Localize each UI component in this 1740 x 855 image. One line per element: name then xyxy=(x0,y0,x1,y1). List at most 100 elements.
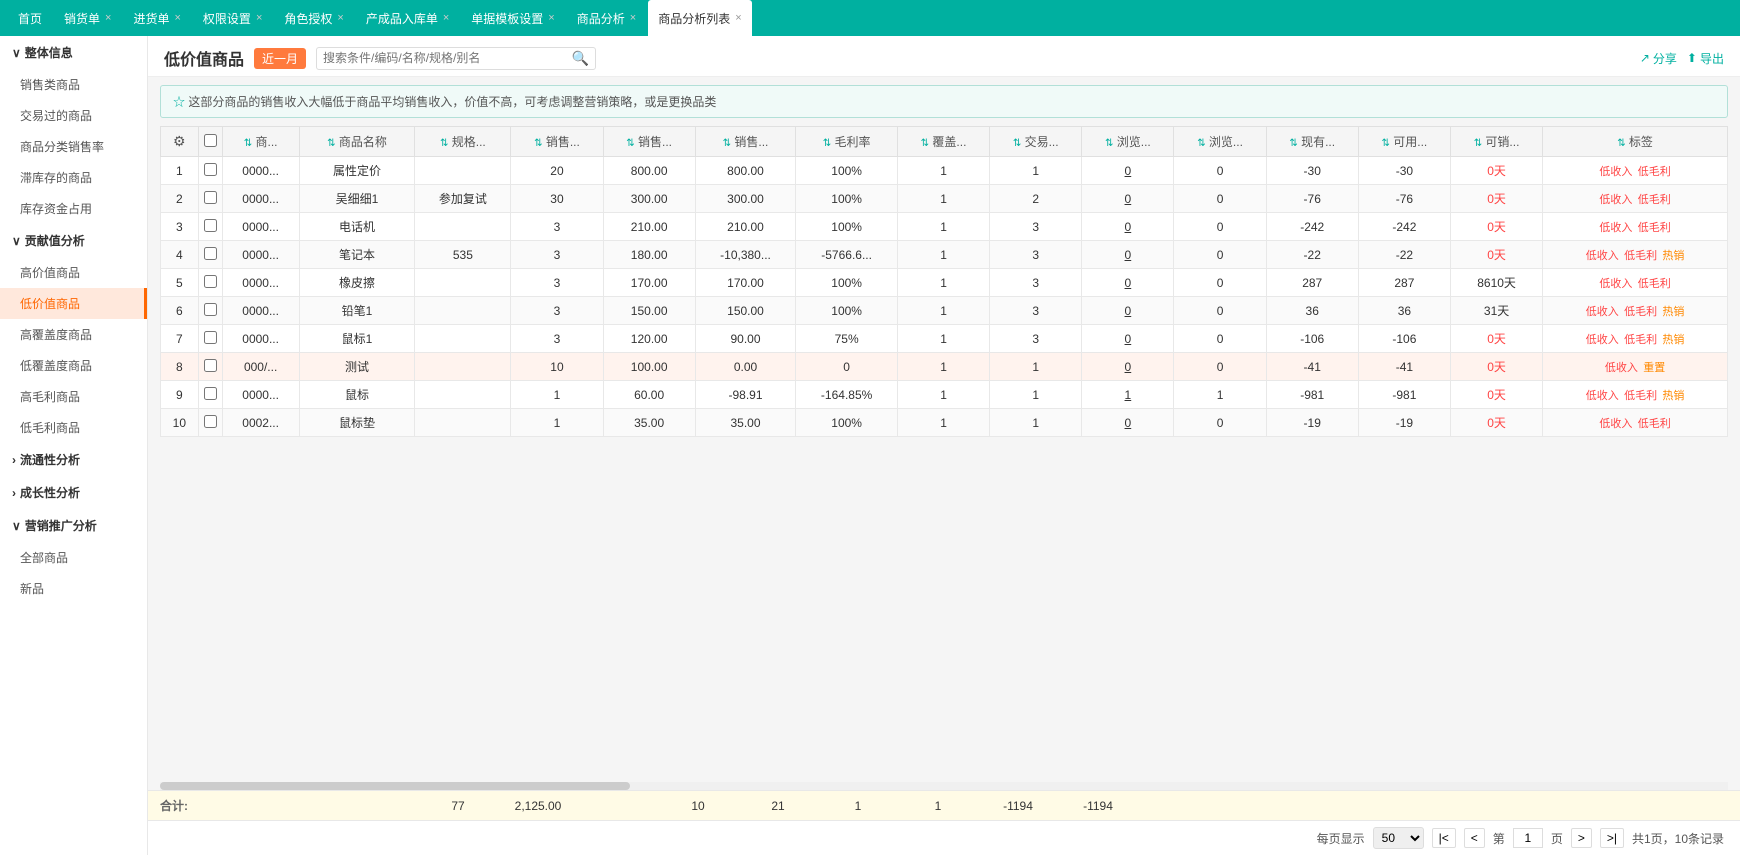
browse1-link[interactable]: 0 xyxy=(1125,332,1132,346)
nav-goods-analysis[interactable]: 商品分析 × xyxy=(567,0,646,36)
filter-period-button[interactable]: 近一月 xyxy=(254,48,306,69)
col-checkbox[interactable] xyxy=(198,127,222,157)
browse1-link[interactable]: 0 xyxy=(1125,416,1132,430)
sidebar-item-high-coverage[interactable]: 高覆盖度商品 xyxy=(0,319,147,350)
cell-checkbox[interactable] xyxy=(198,353,222,381)
browse1-link[interactable]: 0 xyxy=(1125,192,1132,206)
col-browse1[interactable]: ⇅ 浏览... xyxy=(1082,127,1174,157)
col-spec[interactable]: ⇅ 规格... xyxy=(415,127,511,157)
export-button[interactable]: ⬆ 导出 xyxy=(1687,50,1724,67)
cell-browse1[interactable]: 0 xyxy=(1082,241,1174,269)
row-checkbox[interactable] xyxy=(204,387,217,400)
col-saleable[interactable]: ⇅ 可销... xyxy=(1450,127,1542,157)
col-name[interactable]: ⇅ 商品名称 xyxy=(299,127,415,157)
sidebar-item-high-margin[interactable]: 高毛利商品 xyxy=(0,381,147,412)
share-button[interactable]: ↗ 分享 xyxy=(1640,50,1677,67)
scroll-thumb[interactable] xyxy=(160,782,630,790)
row-checkbox[interactable] xyxy=(204,247,217,260)
browse1-link[interactable]: 1 xyxy=(1125,388,1132,402)
col-coverage[interactable]: ⇅ 覆盖... xyxy=(897,127,989,157)
nav-sales-order[interactable]: 销货单 × xyxy=(54,0,121,36)
col-tags[interactable]: ⇅ 标签 xyxy=(1543,127,1728,157)
browse1-link[interactable]: 0 xyxy=(1125,304,1132,318)
sidebar-item-low-coverage[interactable]: 低覆盖度商品 xyxy=(0,350,147,381)
sidebar-item-new-goods[interactable]: 新品 xyxy=(0,573,147,604)
cell-browse1[interactable]: 0 xyxy=(1082,157,1174,185)
close-icon[interactable]: × xyxy=(443,12,449,24)
next-page-button[interactable]: > xyxy=(1571,828,1592,848)
nav-purchase-order[interactable]: 进货单 × xyxy=(123,0,190,36)
nav-role-auth[interactable]: 角色授权 × xyxy=(274,0,353,36)
sidebar-group-overall[interactable]: ∨ 整体信息 xyxy=(0,36,147,69)
sidebar-item-slow-stock[interactable]: 滞库存的商品 xyxy=(0,162,147,193)
col-gross[interactable]: ⇅ 毛利率 xyxy=(796,127,898,157)
browse1-link[interactable]: 0 xyxy=(1125,220,1132,234)
browse1-link[interactable]: 0 xyxy=(1125,248,1132,262)
col-sale-amt[interactable]: ⇅ 销售... xyxy=(603,127,695,157)
close-icon[interactable]: × xyxy=(735,12,741,24)
close-icon[interactable]: × xyxy=(105,12,111,24)
cell-checkbox[interactable] xyxy=(198,157,222,185)
sidebar-item-category-rate[interactable]: 商品分类销售率 xyxy=(0,131,147,162)
col-stock[interactable]: ⇅ 现有... xyxy=(1266,127,1358,157)
nav-product-stock[interactable]: 产成品入库单 × xyxy=(356,0,459,36)
row-checkbox[interactable] xyxy=(204,415,217,428)
sidebar-item-high-value[interactable]: 高价值商品 xyxy=(0,257,147,288)
nav-goods-analysis-list[interactable]: 商品分析列表 × xyxy=(648,0,751,36)
cell-checkbox[interactable] xyxy=(198,297,222,325)
cell-checkbox[interactable] xyxy=(198,269,222,297)
cell-checkbox[interactable] xyxy=(198,241,222,269)
horizontal-scrollbar[interactable] xyxy=(160,782,1728,790)
sidebar-group-growth[interactable]: › 成长性分析 xyxy=(0,476,147,509)
close-icon[interactable]: × xyxy=(174,12,180,24)
last-page-button[interactable]: >| xyxy=(1600,828,1624,848)
close-icon[interactable]: × xyxy=(256,12,262,24)
nav-template[interactable]: 单据模板设置 × xyxy=(461,0,564,36)
col-browse2[interactable]: ⇅ 浏览... xyxy=(1174,127,1266,157)
cell-checkbox[interactable] xyxy=(198,325,222,353)
sidebar-group-marketing[interactable]: ∨ 营销推广分析 xyxy=(0,509,147,542)
close-icon[interactable]: × xyxy=(630,12,636,24)
cell-browse1[interactable]: 0 xyxy=(1082,213,1174,241)
gear-icon[interactable]: ⚙ xyxy=(173,133,186,149)
sidebar-group-contribution[interactable]: ∨ 贡献值分析 xyxy=(0,224,147,257)
cell-browse1[interactable]: 0 xyxy=(1082,269,1174,297)
search-box[interactable]: 🔍 xyxy=(316,47,596,70)
sidebar-item-low-value[interactable]: 低价值商品 xyxy=(0,288,147,319)
prev-page-button[interactable]: < xyxy=(1464,828,1485,848)
sidebar-item-low-margin[interactable]: 低毛利商品 xyxy=(0,412,147,443)
cell-browse1[interactable]: 0 xyxy=(1082,353,1174,381)
cell-checkbox[interactable] xyxy=(198,185,222,213)
col-sale-price[interactable]: ⇅ 销售... xyxy=(695,127,796,157)
row-checkbox[interactable] xyxy=(204,303,217,316)
browse1-link[interactable]: 0 xyxy=(1125,360,1132,374)
search-icon[interactable]: 🔍 xyxy=(572,50,589,67)
sidebar-group-circulation[interactable]: › 流通性分析 xyxy=(0,443,147,476)
cell-browse1[interactable]: 1 xyxy=(1082,381,1174,409)
cell-checkbox[interactable] xyxy=(198,409,222,437)
col-trade[interactable]: ⇅ 交易... xyxy=(990,127,1082,157)
nav-home[interactable]: 首页 xyxy=(8,0,52,36)
close-icon[interactable]: × xyxy=(337,12,343,24)
row-checkbox[interactable] xyxy=(204,163,217,176)
browse1-link[interactable]: 0 xyxy=(1125,164,1132,178)
browse1-link[interactable]: 0 xyxy=(1125,276,1132,290)
row-checkbox[interactable] xyxy=(204,191,217,204)
sidebar-item-traded-goods[interactable]: 交易过的商品 xyxy=(0,100,147,131)
sidebar-item-sales-goods[interactable]: 销售类商品 xyxy=(0,69,147,100)
cell-browse1[interactable]: 0 xyxy=(1082,325,1174,353)
row-checkbox[interactable] xyxy=(204,219,217,232)
sidebar-item-stock-capital[interactable]: 库存资金占用 xyxy=(0,193,147,224)
nav-permission[interactable]: 权限设置 × xyxy=(193,0,272,36)
search-input[interactable] xyxy=(323,51,572,65)
first-page-button[interactable]: |< xyxy=(1432,828,1456,848)
row-checkbox[interactable] xyxy=(204,359,217,372)
select-all-checkbox[interactable] xyxy=(204,134,217,147)
col-sale-qty[interactable]: ⇅ 销售... xyxy=(511,127,603,157)
cell-browse1[interactable]: 0 xyxy=(1082,409,1174,437)
cell-checkbox[interactable] xyxy=(198,213,222,241)
col-code[interactable]: ⇅ 商... xyxy=(222,127,299,157)
cell-browse1[interactable]: 0 xyxy=(1082,185,1174,213)
close-icon[interactable]: × xyxy=(548,12,554,24)
sidebar-item-all-goods[interactable]: 全部商品 xyxy=(0,542,147,573)
